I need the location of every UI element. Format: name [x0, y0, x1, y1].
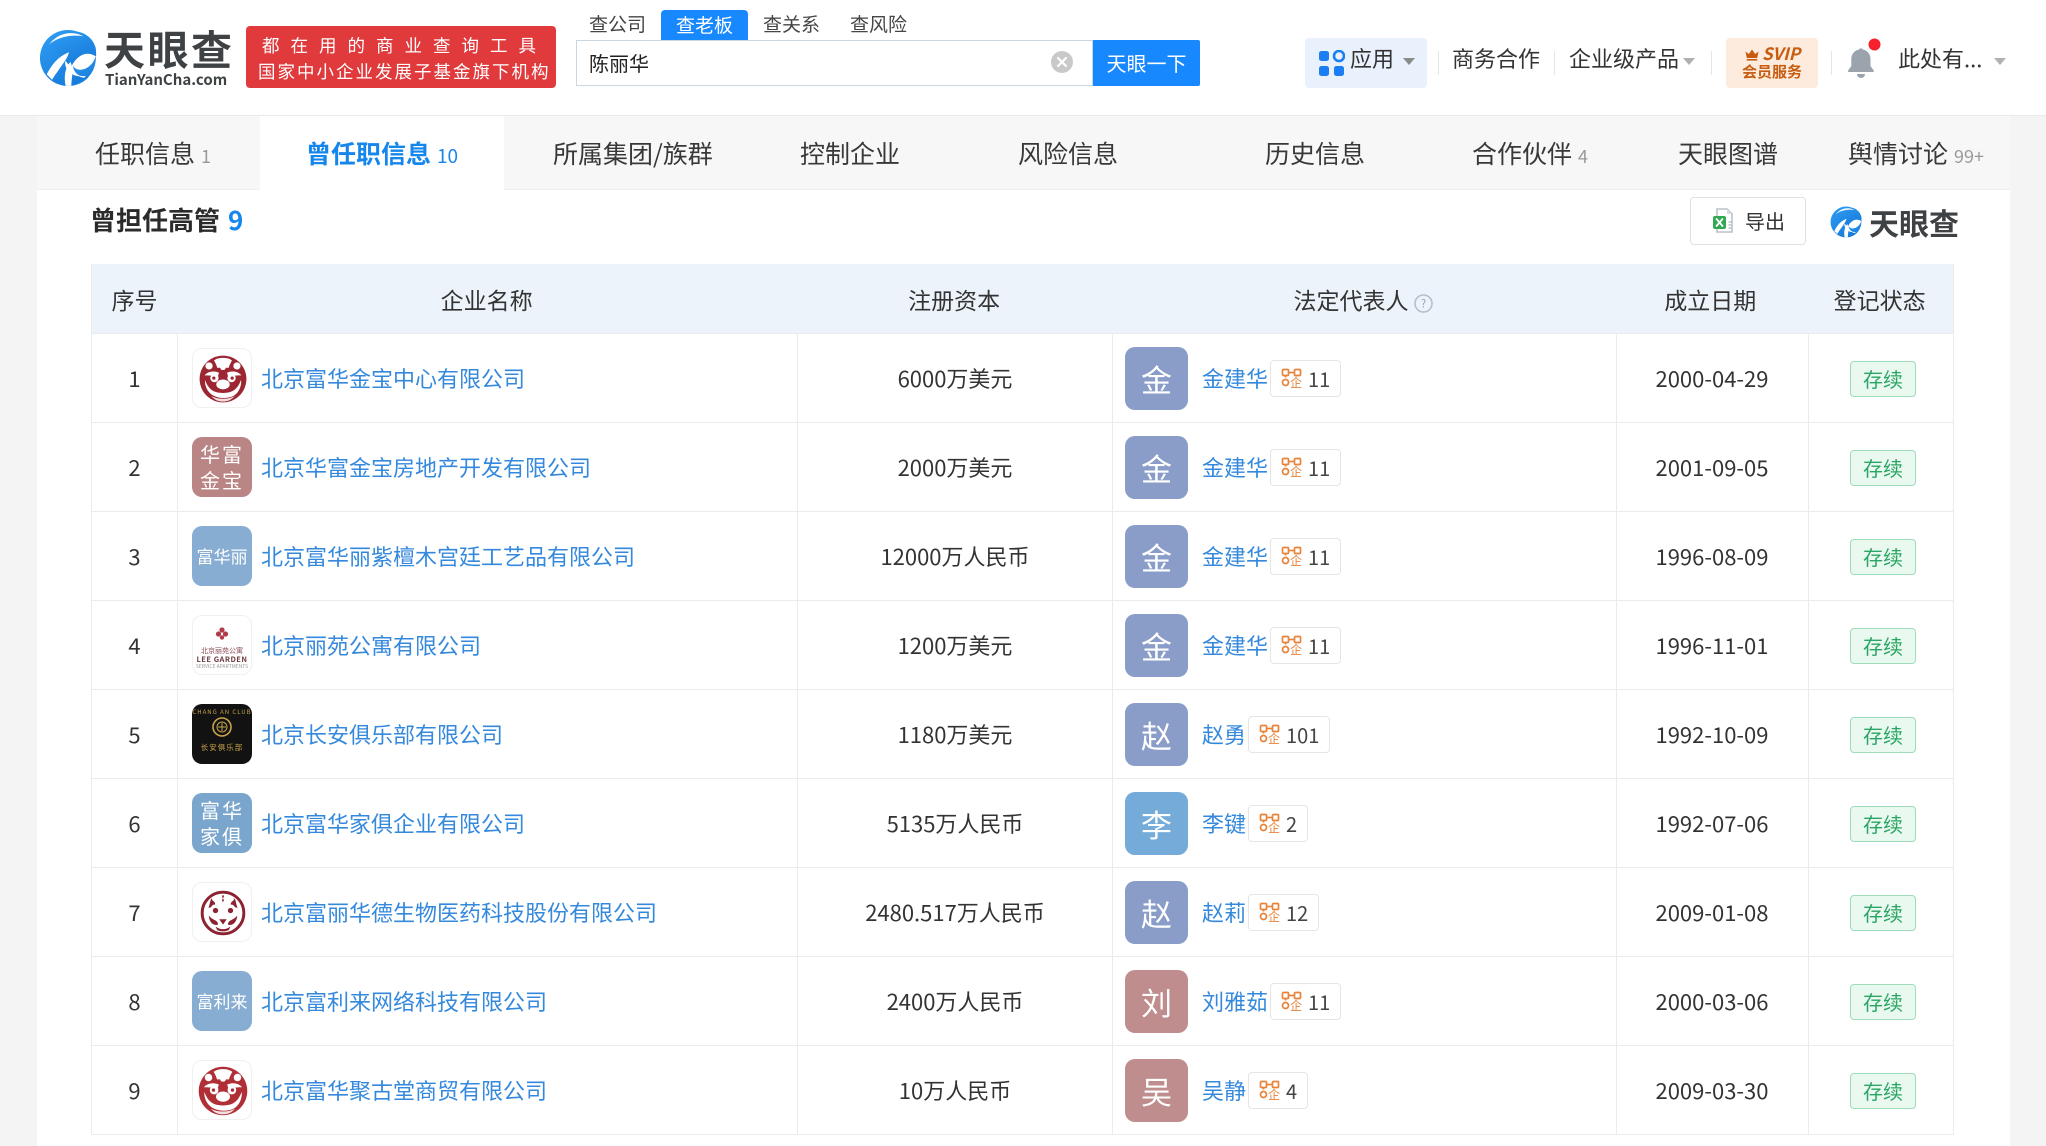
svg-text:企: 企 [1290, 463, 1302, 478]
svg-text:企: 企 [1268, 908, 1280, 923]
svg-text:企: 企 [1268, 819, 1280, 834]
svg-text:企: 企 [1290, 374, 1302, 389]
svg-text:企: 企 [1268, 1086, 1280, 1101]
svg-text:?: ? [1421, 295, 1426, 311]
svg-text:企: 企 [1268, 730, 1280, 745]
svg-text:企: 企 [1290, 641, 1302, 656]
svg-text:企: 企 [1290, 552, 1302, 567]
svg-text:企: 企 [1290, 997, 1302, 1012]
